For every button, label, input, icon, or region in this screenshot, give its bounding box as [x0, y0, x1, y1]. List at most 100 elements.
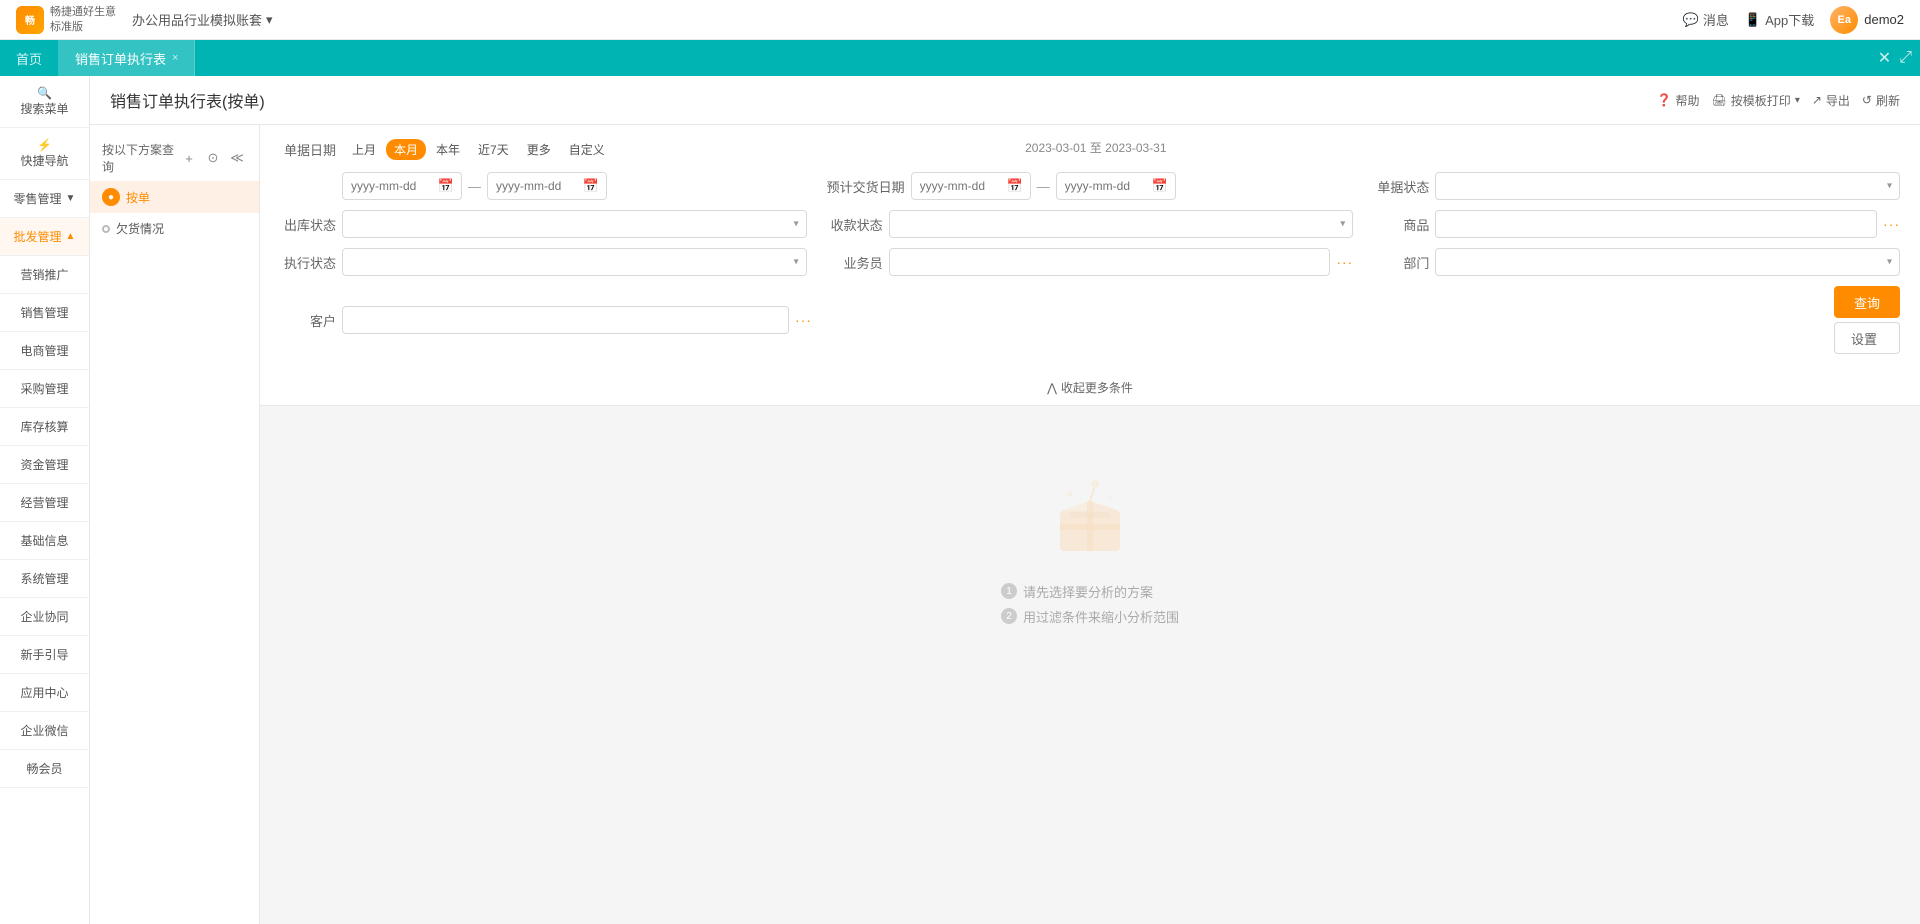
- refresh-button[interactable]: ↺ 刷新: [1862, 92, 1900, 109]
- sidebar-item-wechat[interactable]: 企业微信: [0, 712, 89, 750]
- scheme-item-debt[interactable]: 欠货情况: [90, 213, 259, 244]
- page-title: 销售订单执行表(按单): [110, 88, 265, 112]
- date-tab-current-month[interactable]: 本月: [386, 139, 426, 160]
- date-end-input[interactable]: [487, 172, 607, 200]
- sidebar-item-inventory[interactable]: 库存核算: [0, 408, 89, 446]
- goods-more-button[interactable]: ···: [1883, 216, 1900, 232]
- sidebar-item-purchase[interactable]: 采购管理: [0, 370, 89, 408]
- sidebar-item-system[interactable]: 系统管理: [0, 560, 89, 598]
- scheme-active-icon: ●: [102, 188, 120, 206]
- date-tab-current-year[interactable]: 本年: [428, 139, 468, 160]
- date-start-input[interactable]: [342, 172, 462, 200]
- goods-input[interactable]: [1435, 210, 1877, 238]
- sidebar-item-wholesale[interactable]: 批发管理 ▲: [0, 218, 89, 256]
- filter-receipt-status: 收款状态 ▾: [827, 210, 1354, 238]
- empty-hint-1: 1 请先选择要分析的方案: [1001, 582, 1179, 601]
- query-button[interactable]: 查询: [1834, 286, 1900, 318]
- date-tab-last7[interactable]: 近7天: [470, 139, 517, 160]
- filter-area: 单据日期 上月 本月 本年 近7天 更多 自定义 2023-03-0: [260, 125, 1920, 370]
- filter-goods: 商品 ···: [1373, 210, 1900, 238]
- scheme-item-order-exec[interactable]: ● 按单: [90, 181, 259, 213]
- collapse-panel-button[interactable]: ≪: [227, 148, 247, 168]
- empty-state: 1 请先选择要分析的方案 2 用过滤条件来缩小分析范围: [260, 406, 1920, 692]
- customer-input[interactable]: [342, 306, 789, 334]
- goods-label: 商品: [1373, 215, 1429, 234]
- nav-tabs-right: ✕ ⤢: [1870, 40, 1920, 76]
- filter-date-range: 2023-03-01 至 2023-03-31: [1025, 139, 1900, 156]
- out-status-select-wrapper: ▾: [342, 210, 807, 238]
- salesperson-label: 业务员: [827, 253, 883, 272]
- sidebar-item-ecommerce[interactable]: 电商管理: [0, 332, 89, 370]
- add-scheme-button[interactable]: +: [179, 148, 199, 168]
- dept-select[interactable]: [1435, 248, 1900, 276]
- receipt-status-select[interactable]: [889, 210, 1354, 238]
- tab-close-icon[interactable]: ×: [172, 52, 178, 64]
- export-icon: ↗: [1812, 93, 1822, 107]
- sidebar-item-operations[interactable]: 经营管理: [0, 484, 89, 522]
- page-actions: ❓ 帮助 🖨 按模板打印 ▾ ↗ 导出 ↺ 刷新: [1657, 92, 1900, 109]
- sidebar-item-basic[interactable]: 基础信息: [0, 522, 89, 560]
- sidebar: 🔍 搜索菜单 ⚡ 快捷导航 零售管理 ▼ 批发管理 ▲ 营销推广 销售管理 电商…: [0, 76, 90, 924]
- query-buttons: 查询 设置: [1834, 286, 1900, 354]
- chevron-down-icon: ▾: [266, 12, 273, 28]
- sidebar-item-sales[interactable]: 销售管理: [0, 294, 89, 332]
- doc-status-label: 单据状态: [1373, 177, 1429, 196]
- sidebar-item-member[interactable]: 畅会员: [0, 750, 89, 788]
- settings-button[interactable]: 设置: [1834, 322, 1900, 354]
- print-button[interactable]: 🖨 按模板打印 ▾: [1712, 92, 1800, 109]
- close-window-icon[interactable]: ✕: [1878, 48, 1891, 68]
- doc-status-select-wrapper: ▾: [1435, 172, 1900, 200]
- date-range-text: 2023-03-01 至 2023-03-31: [1025, 139, 1166, 156]
- user-info[interactable]: Ea demo2: [1830, 6, 1904, 34]
- tab-home[interactable]: 首页: [0, 40, 59, 76]
- sidebar-item-newbie[interactable]: 新手引导: [0, 636, 89, 674]
- filter-grid-row1: 📅 — 📅 预计交货日期: [280, 172, 1900, 200]
- download-icon: 📱: [1745, 12, 1761, 28]
- tab-sales-order[interactable]: 销售订单执行表 ×: [59, 40, 195, 76]
- left-panel-actions: + ⊙ ≪: [179, 148, 247, 168]
- customer-more-button[interactable]: ···: [795, 312, 812, 328]
- date-tab-more[interactable]: 更多: [519, 139, 559, 160]
- filter-grid-row4: 客户 ··· 查询 设置: [280, 286, 1900, 354]
- collapse-button[interactable]: ⋀ 收起更多条件: [1035, 376, 1145, 399]
- receipt-status-label: 收款状态: [827, 215, 883, 234]
- print-icon: 🖨: [1712, 93, 1727, 107]
- top-bar-right: 💬 消息 📱 App下载 Ea demo2: [1683, 6, 1904, 34]
- exec-status-select[interactable]: [342, 248, 807, 276]
- page-header: 销售订单执行表(按单) ❓ 帮助 🖨 按模板打印 ▾ ↗ 导出 ↺ 刷新: [90, 76, 1920, 125]
- export-button[interactable]: ↗ 导出: [1812, 92, 1850, 109]
- expand-icon[interactable]: ⤢: [1899, 49, 1912, 67]
- avatar: Ea: [1830, 6, 1858, 34]
- salesperson-more-button[interactable]: ···: [1336, 254, 1353, 270]
- download-button[interactable]: 📱 App下载: [1745, 10, 1814, 29]
- date-tab-custom[interactable]: 自定义: [561, 139, 613, 160]
- hint-num-2: 2: [1001, 608, 1017, 624]
- chevron-down-icon: ▾: [1795, 95, 1800, 106]
- delivery-end-input[interactable]: [1056, 172, 1176, 200]
- sidebar-item-enterprise[interactable]: 企业协同: [0, 598, 89, 636]
- date-end-wrapper: 📅: [487, 172, 607, 200]
- out-status-select[interactable]: [342, 210, 807, 238]
- content-area: 销售订单执行表(按单) ❓ 帮助 🖨 按模板打印 ▾ ↗ 导出 ↺ 刷新: [90, 76, 1920, 924]
- empty-hints: 1 请先选择要分析的方案 2 用过滤条件来缩小分析范围: [1001, 582, 1179, 632]
- delivery-start-input[interactable]: [911, 172, 1031, 200]
- workspace: 按以下方案查询 + ⊙ ≪ ●: [90, 125, 1920, 924]
- settings-scheme-button[interactable]: ⊙: [203, 148, 223, 168]
- main-panel: 单据日期 上月 本月 本年 近7天 更多 自定义 2023-03-0: [260, 125, 1920, 924]
- chevron-icon: ▲: [66, 231, 76, 242]
- sidebar-item-search[interactable]: 🔍 搜索菜单: [0, 76, 89, 128]
- message-button[interactable]: 💬 消息: [1683, 10, 1729, 29]
- sidebar-item-finance[interactable]: 资金管理: [0, 446, 89, 484]
- nav-tabs: 首页 销售订单执行表 × ✕ ⤢: [0, 40, 1920, 76]
- doc-status-select[interactable]: [1435, 172, 1900, 200]
- app-selector[interactable]: 办公用品行业模拟账套 ▾: [124, 6, 281, 33]
- sidebar-item-appstore[interactable]: 应用中心: [0, 674, 89, 712]
- salesperson-input[interactable]: [889, 248, 1331, 276]
- help-button[interactable]: ❓ 帮助: [1657, 92, 1700, 109]
- expected-delivery-label: 预计交货日期: [827, 177, 905, 196]
- sidebar-item-retail[interactable]: 零售管理 ▼: [0, 180, 89, 218]
- top-bar-left: 畅 畅捷通好生意 标准版 办公用品行业模拟账套 ▾: [16, 5, 281, 34]
- sidebar-item-marketing[interactable]: 营销推广: [0, 256, 89, 294]
- date-tab-prev-month[interactable]: 上月: [344, 139, 384, 160]
- sidebar-item-shortcut[interactable]: ⚡ 快捷导航: [0, 128, 89, 180]
